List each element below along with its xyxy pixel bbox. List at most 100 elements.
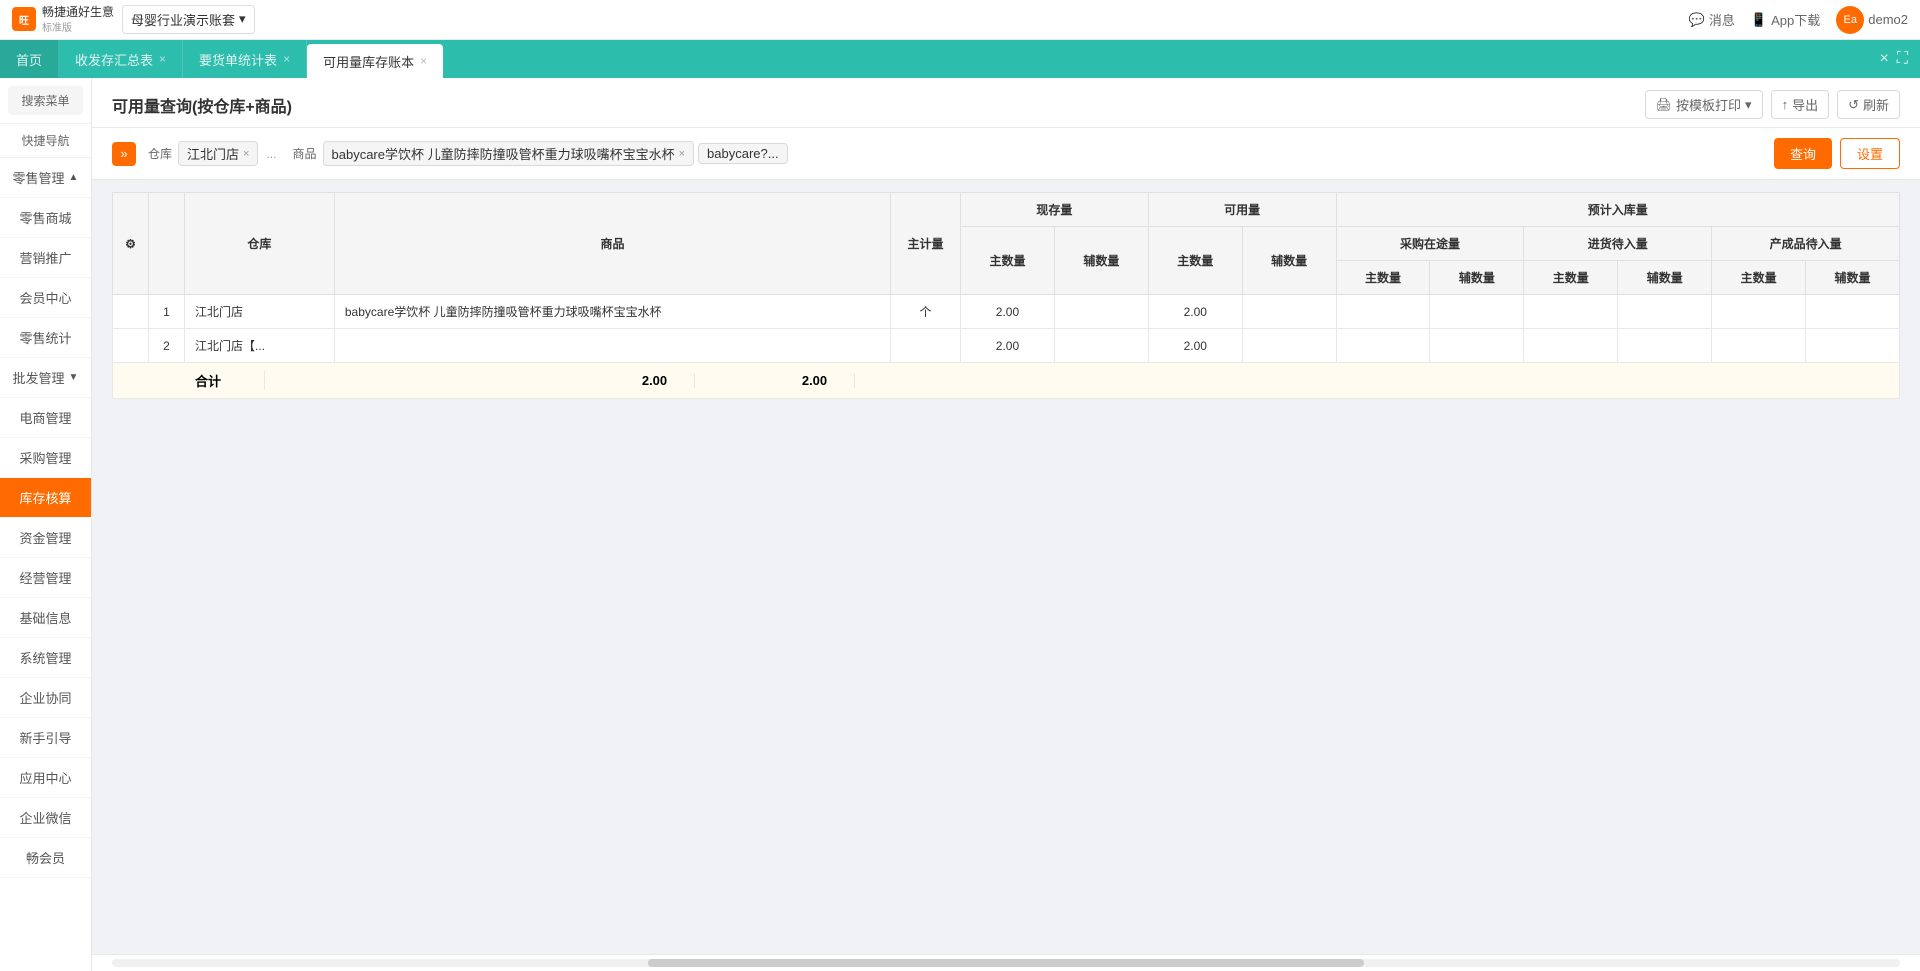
table-footer: 合计 2.00 2.00 [112, 363, 1900, 399]
query-btn[interactable]: 查询 [1774, 138, 1832, 169]
sidebar-item-finance[interactable]: 资金管理 [0, 518, 91, 558]
print-arrow-icon: ▾ [1745, 97, 1752, 113]
app-download-btn[interactable]: 📱 App下载 [1751, 10, 1820, 29]
brand-name: 畅捷通好生意 [42, 5, 114, 19]
retail-mgmt-arrow-icon: ▲ [69, 172, 79, 183]
sidebar-item-purchase[interactable]: 采购管理 [0, 438, 91, 478]
sidebar-item-enterprise-wechat[interactable]: 企业微信 [0, 798, 91, 838]
th-current-aux: 辅数量 [1054, 227, 1148, 295]
sidebar-item-retail-stats[interactable]: 零售统计 [0, 318, 91, 358]
table-row: 1 江北门店 babycare学饮杯 儿童防摔防撞吸管杯重力球吸嘴杯宝宝水杯 个… [113, 295, 1900, 329]
tab-receivable-close[interactable]: × [159, 52, 166, 66]
print-template-btn[interactable]: 🖨 按模板打印 ▾ [1645, 90, 1763, 119]
quick-nav-btn[interactable]: 快捷导航 [0, 124, 91, 158]
refresh-btn[interactable]: ↺ 刷新 [1837, 90, 1900, 119]
export-btn[interactable]: ↑ 导出 [1771, 90, 1830, 119]
tab-home[interactable]: 首页 [0, 40, 59, 78]
brand-logo: 旺 畅捷通好生意 标准版 [12, 5, 114, 34]
sidebar-item-system[interactable]: 系统管理 [0, 638, 91, 678]
sidebar-item-app-center[interactable]: 应用中心 [0, 758, 91, 798]
tab-available-stock-close[interactable]: × [420, 54, 427, 68]
sidebar-item-ecommerce[interactable]: 电商管理 [0, 398, 91, 438]
tab-order-stats-close[interactable]: × [283, 52, 290, 66]
industry-selector[interactable]: 母婴行业演示账套 ▾ [122, 5, 255, 34]
sidebar-item-operations[interactable]: 经营管理 [0, 558, 91, 598]
sidebar-item-member-center[interactable]: 会员中心 [0, 278, 91, 318]
cell-inbound-aux [1618, 329, 1712, 363]
message-icon: 💬 [1689, 12, 1705, 28]
cell-available-main: 2.00 [1148, 329, 1242, 363]
cell-settings [113, 295, 149, 329]
footer-label: 合计 [185, 371, 265, 390]
sidebar-item-retail-mgmt[interactable]: 零售管理 ▲ [0, 158, 91, 198]
cell-purchase-transit-aux [1430, 329, 1524, 363]
app-center-label: 应用中心 [19, 768, 71, 787]
sidebar-item-basic-info[interactable]: 基础信息 [0, 598, 91, 638]
th-production-main: 主数量 [1712, 261, 1806, 295]
cell-settings [113, 329, 149, 363]
filter-area: » 仓库 江北门店 × ... 商品 babycare学饮杯 儿童防摔防撞吸管杯… [92, 128, 1920, 180]
enterprise-label: 企业协同 [19, 688, 71, 707]
sidebar-item-vip[interactable]: 畅会员 [0, 838, 91, 878]
export-icon: ↑ [1782, 97, 1789, 112]
filter-action-btns: 查询 设置 [1774, 138, 1900, 169]
warehouse-ellipsis[interactable]: ... [262, 145, 280, 163]
sidebar-item-enterprise[interactable]: 企业协同 [0, 678, 91, 718]
top-bar: 旺 畅捷通好生意 标准版 母婴行业演示账套 ▾ 💬 消息 📱 App下载 Ea … [0, 0, 1920, 40]
product-tag-close[interactable]: × [679, 148, 685, 160]
product-tag-name2: babycare?... [707, 146, 779, 161]
inventory-label: 库存核算 [19, 488, 71, 507]
tab-bar-actions: × ⛶ [1867, 40, 1920, 78]
th-available-main: 主数量 [1148, 227, 1242, 295]
sidebar-item-wholesale[interactable]: 批发管理 ▼ [0, 358, 91, 398]
cell-product [334, 329, 890, 363]
th-product: 商品 [334, 193, 890, 295]
sidebar-item-retail-mall[interactable]: 零售商城 [0, 198, 91, 238]
dropdown-arrow-icon: ▾ [239, 11, 246, 27]
th-production-aux: 辅数量 [1806, 261, 1900, 295]
tab-available-stock[interactable]: 可用量库存账本 × [307, 44, 443, 78]
cell-product: babycare学饮杯 儿童防摔防撞吸管杯重力球吸嘴杯宝宝水杯 [334, 295, 890, 329]
th-inbound-aux: 辅数量 [1618, 261, 1712, 295]
message-btn[interactable]: 💬 消息 [1689, 10, 1735, 29]
settings-btn[interactable]: 设置 [1840, 138, 1900, 169]
tab-bar: 首页 收发存汇总表 × 要货单统计表 × 可用量库存账本 × × ⛶ [0, 40, 1920, 78]
search-menu-btn[interactable]: 搜索菜单 [8, 86, 83, 115]
tab-receivable[interactable]: 收发存汇总表 × [59, 40, 183, 78]
sidebar-item-new-guide[interactable]: 新手引导 [0, 718, 91, 758]
warehouse-filter: 仓库 江北门店 × ... [148, 141, 280, 166]
warehouse-tag-close[interactable]: × [243, 148, 249, 160]
tab-order-stats[interactable]: 要货单统计表 × [183, 40, 307, 78]
cell-unit [891, 329, 961, 363]
th-current-main: 主数量 [961, 227, 1055, 295]
th-seq [149, 193, 185, 295]
user-profile[interactable]: Ea demo2 [1836, 6, 1908, 34]
tab-available-stock-label: 可用量库存账本 [323, 52, 414, 71]
cell-warehouse: 江北门店 [185, 295, 335, 329]
product-tag-babycare: babycare学饮杯 儿童防摔防撞吸管杯重力球吸嘴杯宝宝水杯 × [323, 141, 695, 166]
cell-purchase-transit-main [1336, 329, 1430, 363]
sidebar-item-inventory[interactable]: 库存核算 [0, 478, 91, 518]
th-settings[interactable]: ⚙ [113, 193, 149, 295]
th-purchase-transit-aux: 辅数量 [1430, 261, 1524, 295]
cell-inbound-main [1524, 295, 1618, 329]
filter-expand-btn[interactable]: » [112, 142, 136, 166]
download-icon: 📱 [1751, 12, 1767, 28]
warehouse-tag-jiangbei: 江北门店 × [178, 141, 258, 166]
purchase-label: 采购管理 [19, 448, 71, 467]
operations-label: 经营管理 [19, 568, 71, 587]
tab-home-label: 首页 [16, 50, 42, 69]
cell-current-aux [1054, 329, 1148, 363]
page-header: 可用量查询(按仓库+商品) 🖨 按模板打印 ▾ ↑ 导出 ↺ 刷新 [92, 78, 1920, 128]
fullscreen-btn[interactable]: ⛶ [1897, 50, 1908, 68]
scroll-track[interactable] [112, 959, 1900, 967]
footer-current-main: 2.00 [615, 373, 695, 388]
warehouse-label: 仓库 [148, 145, 172, 162]
cell-production-aux [1806, 329, 1900, 363]
sidebar-item-marketing[interactable]: 营销推广 [0, 238, 91, 278]
ecommerce-label: 电商管理 [19, 408, 71, 427]
close-all-tabs-btn[interactable]: × [1879, 50, 1888, 68]
brand-icon: 旺 [12, 7, 36, 31]
scroll-thumb[interactable] [648, 959, 1363, 967]
industry-name: 母婴行业演示账套 [131, 10, 235, 29]
